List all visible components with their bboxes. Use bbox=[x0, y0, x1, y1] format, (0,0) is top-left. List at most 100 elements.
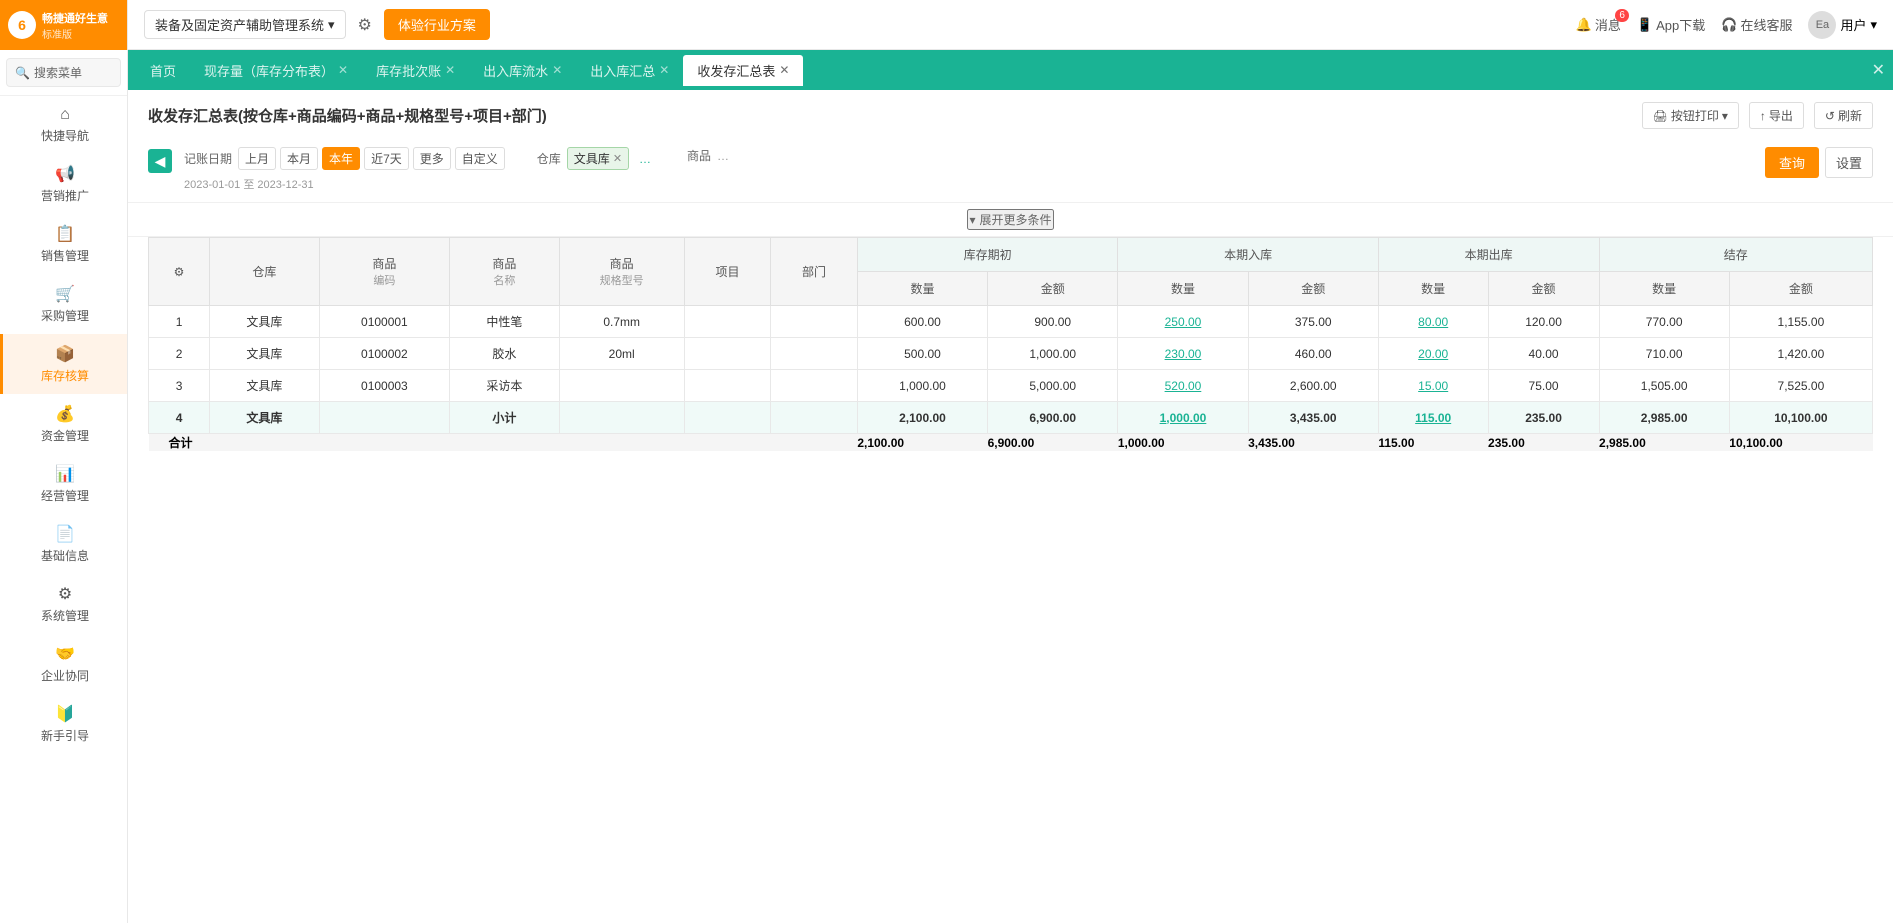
user-menu[interactable]: Ea 用户 ▾ bbox=[1808, 11, 1877, 39]
sidebar-item-guide[interactable]: 🔰 新手引导 bbox=[0, 694, 127, 754]
table-settings-icon[interactable]: ⚙ bbox=[174, 265, 185, 279]
chevron-down-icon: ▾ bbox=[969, 213, 975, 227]
tab-close-inout-flow[interactable]: ✕ bbox=[552, 63, 562, 77]
goods-more-button[interactable]: … bbox=[717, 149, 729, 163]
trial-button[interactable]: 体验行业方案 bbox=[384, 9, 490, 40]
logo-icon: 6 bbox=[8, 11, 36, 39]
tabbar-close-all-icon[interactable]: ✕ bbox=[1872, 60, 1885, 80]
date-btn-this-month[interactable]: 本月 bbox=[280, 147, 318, 170]
cell-department bbox=[771, 338, 858, 370]
cell-out-qty[interactable]: 80.00 bbox=[1378, 306, 1488, 338]
warehouse-tag-close[interactable]: ✕ bbox=[613, 152, 622, 165]
warehouse-more-button[interactable]: … bbox=[635, 150, 655, 168]
tabbar: 首页 现存量（库存分布表） ✕ 库存批次账 ✕ 出入库流水 ✕ 出入库汇总 ✕ … bbox=[128, 50, 1893, 90]
col-warehouse: 仓库 bbox=[210, 238, 320, 306]
expand-conditions-button[interactable]: ▾ 展开更多条件 bbox=[967, 209, 1053, 230]
cell-in-qty[interactable]: 1,000.00 bbox=[1118, 402, 1248, 434]
query-button[interactable]: 查询 bbox=[1765, 147, 1819, 178]
cell-in-qty-link[interactable]: 230.00 bbox=[1165, 347, 1202, 361]
date-btn-last-month[interactable]: 上月 bbox=[238, 147, 276, 170]
tab-close-batch-ledger[interactable]: ✕ bbox=[445, 63, 455, 77]
notification-button[interactable]: 🔔 消息 6 bbox=[1576, 15, 1621, 34]
main-area: 装备及固定资产辅助管理系统 ▾ ⚙ 体验行业方案 🔔 消息 6 📱 App下载 … bbox=[128, 0, 1893, 923]
filter-bar: ◀ 记账日期 上月 本月 本年 近7天 更多 自定义 2023-01-01 至 … bbox=[128, 137, 1893, 203]
table-row: 4文具库小计2,100.006,900.001,000.003,435.0011… bbox=[149, 402, 1873, 434]
sidebar-item-purchase[interactable]: 🛒 采购管理 bbox=[0, 274, 127, 334]
tab-close-inout-summary[interactable]: ✕ bbox=[659, 63, 669, 77]
topbar: 装备及固定资产辅助管理系统 ▾ ⚙ 体验行业方案 🔔 消息 6 📱 App下载 … bbox=[128, 0, 1893, 50]
cell-in-qty-link[interactable]: 1,000.00 bbox=[1160, 411, 1207, 425]
chevron-down-icon: ▾ bbox=[328, 17, 335, 33]
cell-in-qty[interactable]: 230.00 bbox=[1118, 338, 1248, 370]
tab-inout-flow[interactable]: 出入库流水 ✕ bbox=[469, 55, 576, 86]
online-service-button[interactable]: 🎧 在线客服 bbox=[1721, 15, 1792, 34]
cell-in-qty[interactable]: 520.00 bbox=[1118, 370, 1248, 402]
app-download-button[interactable]: 📱 App下载 bbox=[1637, 15, 1705, 34]
tab-close-inventory-dist[interactable]: ✕ bbox=[338, 63, 348, 77]
topbar-right: 🔔 消息 6 📱 App下载 🎧 在线客服 Ea 用户 ▾ bbox=[1576, 11, 1877, 39]
date-btn-7days[interactable]: 近7天 bbox=[364, 147, 409, 170]
cell-in-qty-link[interactable]: 250.00 bbox=[1165, 315, 1202, 329]
table-wrap: ⚙ 仓库 商品编码 商品名称 商品规格型号 项目 部门 库存期初 本期入库 本期… bbox=[128, 237, 1893, 471]
footer-in-qty: 1,000.00 bbox=[1118, 434, 1248, 452]
sidebar-item-system[interactable]: ⚙ 系统管理 bbox=[0, 574, 127, 634]
sidebar-item-operations[interactable]: 📊 经营管理 bbox=[0, 454, 127, 514]
cell-open-qty: 600.00 bbox=[857, 306, 987, 338]
cell-out-qty-link[interactable]: 15.00 bbox=[1418, 379, 1448, 393]
cell-in-qty-link[interactable]: 520.00 bbox=[1165, 379, 1202, 393]
tab-recv-send-summary[interactable]: 收发存汇总表 ✕ bbox=[683, 55, 803, 86]
tab-inout-summary[interactable]: 出入库汇总 ✕ bbox=[576, 55, 683, 86]
sidebar-item-finance[interactable]: 💰 资金管理 bbox=[0, 394, 127, 454]
cell-warehouse: 文具库 bbox=[210, 370, 320, 402]
table-row: 1文具库0100001中性笔0.7mm600.00900.00250.00375… bbox=[149, 306, 1873, 338]
sidebar-logo: 6 畅捷通好生意 标准版 bbox=[0, 0, 127, 50]
col-department: 部门 bbox=[771, 238, 858, 306]
col-open-qty: 数量 bbox=[857, 272, 987, 306]
cell-out-qty-link[interactable]: 20.00 bbox=[1418, 347, 1448, 361]
sidebar-item-inventory[interactable]: 📦 库存核算 bbox=[0, 334, 127, 394]
cell-goods-name: 采访本 bbox=[450, 370, 560, 402]
date-btn-more[interactable]: 更多 bbox=[413, 147, 451, 170]
col-close-amt: 金额 bbox=[1729, 272, 1872, 306]
col-goods-spec: 商品规格型号 bbox=[559, 238, 684, 306]
export-button[interactable]: ↑ 导出 bbox=[1749, 102, 1804, 129]
filter-settings-button[interactable]: 设置 bbox=[1825, 147, 1873, 178]
content-area: 收发存汇总表(按仓库+商品编码+商品+规格型号+项目+部门) 🖨 按钮打印 ▾ … bbox=[128, 90, 1893, 923]
cell-out-qty[interactable]: 15.00 bbox=[1378, 370, 1488, 402]
filter-collapse-button[interactable]: ◀ bbox=[148, 149, 172, 173]
sidebar-item-quick-nav[interactable]: ⌂ 快捷导航 bbox=[0, 96, 127, 154]
cell-goods-code: 0100001 bbox=[319, 306, 449, 338]
cell-seq: 2 bbox=[149, 338, 210, 370]
sidebar-item-marketing[interactable]: 📢 营销推广 bbox=[0, 154, 127, 214]
date-btn-this-year[interactable]: 本年 bbox=[322, 147, 360, 170]
system-selector[interactable]: 装备及固定资产辅助管理系统 ▾ bbox=[144, 10, 346, 39]
search-menu-button[interactable]: 🔍 搜索菜单 bbox=[6, 58, 121, 87]
cell-project bbox=[684, 338, 771, 370]
cell-out-qty[interactable]: 20.00 bbox=[1378, 338, 1488, 370]
cell-in-qty[interactable]: 250.00 bbox=[1118, 306, 1248, 338]
chevron-down-icon: ▾ bbox=[1722, 109, 1728, 123]
cell-goods-code: 0100002 bbox=[319, 338, 449, 370]
refresh-button[interactable]: ↺ 刷新 bbox=[1814, 102, 1873, 129]
tab-close-recv-send-summary[interactable]: ✕ bbox=[779, 63, 789, 77]
cell-in-amt: 3,435.00 bbox=[1248, 402, 1378, 434]
cell-out-qty-link[interactable]: 80.00 bbox=[1418, 315, 1448, 329]
cell-out-qty[interactable]: 115.00 bbox=[1378, 402, 1488, 434]
print-button[interactable]: 🖨 按钮打印 ▾ bbox=[1642, 102, 1739, 129]
cell-goods-spec: 20ml bbox=[559, 338, 684, 370]
refresh-icon: ↺ bbox=[1825, 109, 1835, 123]
sidebar-item-sales[interactable]: 📋 销售管理 bbox=[0, 214, 127, 274]
sidebar-search-area: 🔍 搜索菜单 bbox=[0, 50, 127, 96]
sidebar-item-basic-info[interactable]: 📄 基础信息 bbox=[0, 514, 127, 574]
search-icon: 🔍 bbox=[15, 66, 30, 80]
settings-gear-icon[interactable]: ⚙ bbox=[358, 15, 372, 35]
cell-close-amt: 1,420.00 bbox=[1729, 338, 1872, 370]
cell-in-amt: 375.00 bbox=[1248, 306, 1378, 338]
tab-inventory-dist[interactable]: 现存量（库存分布表） ✕ bbox=[190, 55, 362, 86]
tab-batch-ledger[interactable]: 库存批次账 ✕ bbox=[362, 55, 469, 86]
tab-home[interactable]: 首页 bbox=[136, 55, 190, 86]
sidebar-item-enterprise[interactable]: 🤝 企业协同 bbox=[0, 634, 127, 694]
cell-out-qty-link[interactable]: 115.00 bbox=[1415, 411, 1451, 425]
cell-goods-spec bbox=[559, 402, 684, 434]
date-btn-custom[interactable]: 自定义 bbox=[455, 147, 505, 170]
